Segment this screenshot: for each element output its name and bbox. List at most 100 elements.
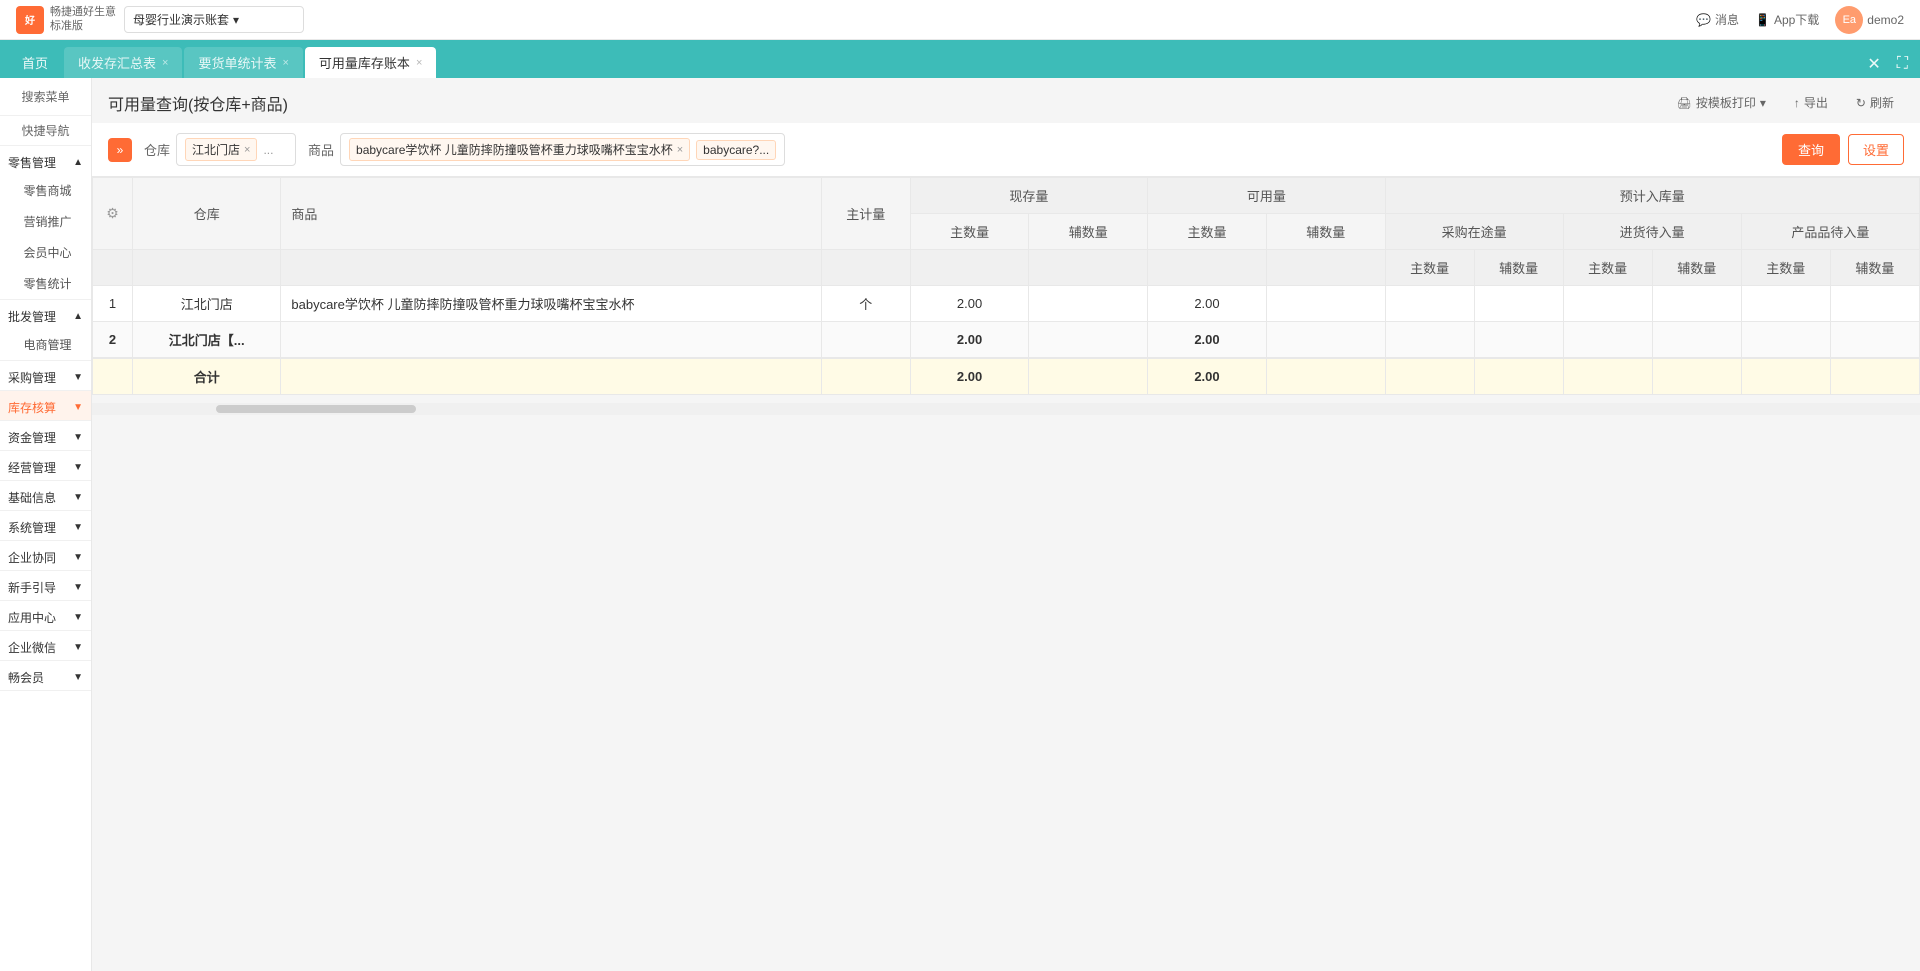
sidebar-item-retail-stats[interactable]: 零售统计 (0, 268, 91, 299)
th-settings[interactable]: ⚙ (93, 178, 133, 250)
arrow-business-icon: ▼ (73, 462, 83, 473)
tab-orderstat[interactable]: 要货单统计表 × (184, 47, 302, 78)
subtotal-warehouse: 江北门店【... (133, 322, 281, 359)
query-button[interactable]: 查询 (1782, 134, 1840, 165)
row-product-aux (1830, 286, 1919, 322)
arrow-system-icon: ▼ (73, 522, 83, 533)
tab-receivable[interactable]: 收发存汇总表 × (64, 47, 182, 78)
sidebar-group-title-business[interactable]: 经营管理 ▼ (0, 451, 91, 480)
sidebar-group-title-member[interactable]: 畅会员 ▼ (0, 661, 91, 690)
sidebar-group-title-wechat[interactable]: 企业微信 ▼ (0, 631, 91, 660)
page-title: 可用量查询(按仓库+商品) (108, 91, 288, 115)
product-tag-1-remove[interactable]: × (677, 144, 683, 156)
top-bar-left: 好 畅捷通好生意 标准版 母婴行业演示账套 ▾ (16, 6, 304, 34)
sidebar-group-title-guide[interactable]: 新手引导 ▼ (0, 571, 91, 600)
th-incoming-aux: 辅数量 (1652, 250, 1741, 286)
filter-bar: » 仓库 江北门店 × ... 商品 babycare学饮杯 儿童防摔防撞吸管杯… (92, 123, 1920, 177)
export-button[interactable]: ↑ 导出 (1784, 90, 1838, 115)
app-download-button[interactable]: 📱 App下载 (1755, 11, 1819, 28)
tenant-selector[interactable]: 母婴行业演示账套 ▾ (124, 6, 304, 33)
close-window-icon[interactable]: ✕ (1863, 50, 1884, 78)
sidebar-group-title-collab[interactable]: 企业协同 ▼ (0, 541, 91, 570)
th-purchase-transit: 采购在途量 (1385, 214, 1563, 250)
sidebar-group-title-system[interactable]: 系统管理 ▼ (0, 511, 91, 540)
chevron-print-icon: ▾ (1760, 96, 1766, 110)
sidebar-group-title-base[interactable]: 基础信息 ▼ (0, 481, 91, 510)
sidebar: 搜索菜单 快捷导航 零售管理 ▲ 零售商城 营销推广 会员中心 零售统计 批发管… (0, 78, 92, 971)
sidebar-group-guide: 新手引导 ▼ (0, 571, 91, 601)
th-current-main: 主数量 (910, 214, 1029, 250)
filter-product-group: 商品 babycare学饮杯 儿童防摔防撞吸管杯重力球吸嘴杯宝宝水杯 × bab… (308, 133, 785, 166)
sidebar-item-marketing[interactable]: 营销推广 (0, 206, 91, 237)
nav-tabs: 首页 收发存汇总表 × 要货单统计表 × 可用量库存账本 × ✕ ⛶ (0, 40, 1920, 78)
refresh-icon: ↻ (1856, 96, 1866, 110)
warehouse-label: 仓库 (144, 140, 170, 159)
arrow-base-icon: ▼ (73, 492, 83, 503)
tab-close-inventory[interactable]: × (416, 57, 422, 69)
sidebar-item-ecommerce[interactable]: 电商管理 (0, 329, 91, 360)
sidebar-quick-nav[interactable]: 快捷导航 (0, 116, 91, 146)
chevron-down-icon: ▾ (233, 13, 239, 27)
th-product-aux: 辅数量 (1830, 250, 1919, 286)
tab-close-receivable[interactable]: × (162, 57, 168, 69)
main-layout: 搜索菜单 快捷导航 零售管理 ▲ 零售商城 营销推广 会员中心 零售统计 批发管… (0, 78, 1920, 971)
sidebar-group-title-retail[interactable]: 零售管理 ▲ (0, 146, 91, 175)
th-avail-main: 主数量 (1148, 214, 1267, 250)
filter-actions: 查询 设置 (1782, 134, 1904, 165)
nav-right-actions: ✕ ⛶ (1863, 50, 1912, 78)
warehouse-input[interactable]: 江北门店 × ... (176, 133, 296, 166)
product-tag-2: babycare?... (696, 140, 776, 160)
arrow-wechat-icon: ▼ (73, 642, 83, 653)
sidebar-group-inventory: 库存核算 ▼ (0, 391, 91, 421)
th-product-pending: 产品品待入量 (1741, 214, 1919, 250)
filter-expand-button[interactable]: » (108, 138, 132, 162)
scroll-thumb[interactable] (216, 405, 416, 413)
th-purchase-main: 主数量 (1385, 250, 1474, 286)
maximize-icon[interactable]: ⛶ (1893, 51, 1912, 77)
arrow-apps-icon: ▼ (73, 612, 83, 623)
sidebar-search[interactable]: 搜索菜单 (0, 78, 91, 116)
row-product: babycare学饮杯 儿童防摔防撞吸管杯重力球吸嘴杯宝宝水杯 (281, 286, 821, 322)
avatar: Ea (1835, 6, 1863, 34)
settings-button[interactable]: 设置 (1848, 134, 1904, 165)
filter-warehouse-group: 仓库 江北门店 × ... (144, 133, 296, 166)
inventory-table: ⚙ 仓库 商品 主计量 现存量 (92, 177, 1920, 395)
row-avail-aux (1266, 286, 1385, 322)
product-input[interactable]: babycare学饮杯 儿童防摔防撞吸管杯重力球吸嘴杯宝宝水杯 × babyca… (340, 133, 785, 166)
logo-text: 畅捷通好生意 标准版 (50, 6, 116, 32)
message-button[interactable]: 💬 消息 (1696, 11, 1739, 28)
tab-inventory[interactable]: 可用量库存账本 × (305, 47, 436, 78)
sidebar-group-collab: 企业协同 ▼ (0, 541, 91, 571)
print-button[interactable]: 🖨 按模板打印 ▾ (1667, 90, 1776, 115)
row-index: 1 (93, 286, 133, 322)
sidebar-item-retail-shop[interactable]: 零售商城 (0, 175, 91, 206)
arrow-collab-icon: ▼ (73, 552, 83, 563)
tab-close-orderstat[interactable]: × (282, 57, 288, 69)
row-unit: 个 (821, 286, 910, 322)
user-area[interactable]: Ea demo2 (1835, 6, 1904, 34)
subtotal-row: 2 江北门店【... 2.00 2.00 (93, 322, 1920, 359)
arrow-right-icon: ▼ (73, 372, 83, 383)
sidebar-group-finance: 资金管理 ▼ (0, 421, 91, 451)
horizontal-scrollbar[interactable] (92, 403, 1920, 415)
export-icon: ↑ (1794, 96, 1800, 110)
sidebar-group-title-finance[interactable]: 资金管理 ▼ (0, 421, 91, 450)
warehouse-ellipsis[interactable]: ... (263, 143, 273, 157)
subtotal-current-main: 2.00 (910, 322, 1029, 359)
sidebar-item-members[interactable]: 会员中心 (0, 237, 91, 268)
warehouse-tag-remove[interactable]: × (244, 144, 250, 156)
top-bar: 好 畅捷通好生意 标准版 母婴行业演示账套 ▾ 💬 消息 📱 App下载 Ea … (0, 0, 1920, 40)
sidebar-group-title-apps[interactable]: 应用中心 ▼ (0, 601, 91, 630)
sidebar-group-title-wholesale[interactable]: 批发管理 ▲ (0, 300, 91, 329)
table-container: ⚙ 仓库 商品 主计量 现存量 (92, 177, 1920, 395)
sidebar-group-title-purchase[interactable]: 采购管理 ▼ (0, 361, 91, 390)
content-area: 可用量查询(按仓库+商品) 🖨 按模板打印 ▾ ↑ 导出 ↻ 刷新 (92, 78, 1920, 971)
settings-icon[interactable]: ⚙ (106, 205, 119, 221)
sidebar-group-member: 畅会员 ▼ (0, 661, 91, 691)
sidebar-group-title-inventory[interactable]: 库存核算 ▼ (0, 391, 91, 420)
arrow-inventory-icon: ▼ (73, 402, 83, 413)
tab-home[interactable]: 首页 (8, 47, 62, 78)
arrow-finance-icon: ▼ (73, 432, 83, 443)
refresh-button[interactable]: ↻ 刷新 (1846, 90, 1904, 115)
arrow-down-icon: ▲ (73, 311, 83, 322)
